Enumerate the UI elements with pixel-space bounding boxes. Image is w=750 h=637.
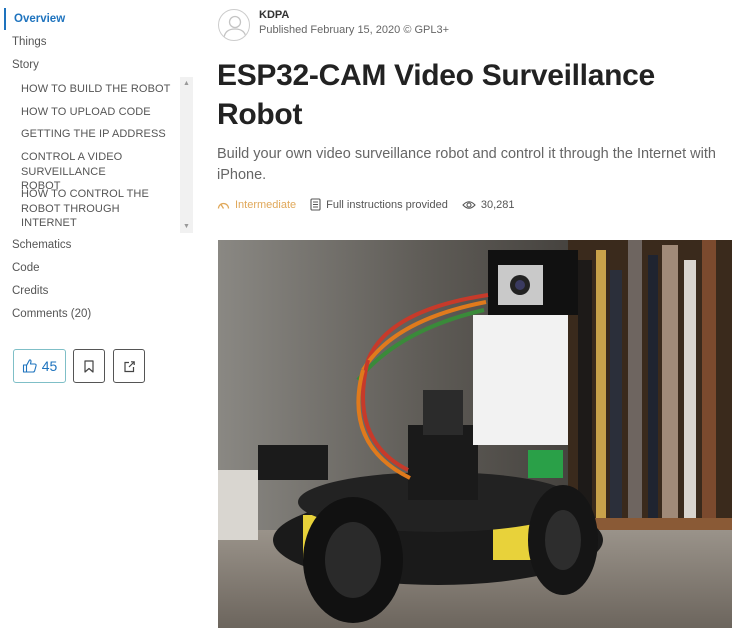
sidebar-item-comments[interactable]: Comments (20)	[12, 308, 91, 320]
like-count: 45	[41, 358, 58, 374]
document-icon	[310, 198, 321, 211]
scroll-down-icon[interactable]: ▼	[180, 223, 193, 230]
eye-icon	[462, 200, 476, 209]
project-meta: Intermediate Full instructions provided …	[217, 198, 514, 211]
hero-image[interactable]	[218, 240, 732, 628]
active-indicator	[4, 8, 6, 30]
sidebar-item-things[interactable]: Things	[12, 36, 47, 48]
sidebar-item-code[interactable]: Code	[12, 262, 40, 274]
author-avatar[interactable]	[218, 9, 250, 41]
share-icon	[123, 360, 135, 372]
instructions-badge: Full instructions provided	[310, 198, 448, 211]
share-button[interactable]	[113, 349, 145, 383]
views-count: 30,281	[480, 198, 515, 211]
difficulty-icon	[217, 202, 230, 209]
difficulty-badge: Intermediate	[217, 199, 296, 211]
views-badge: 30,281	[462, 198, 515, 211]
sidebar-item-story[interactable]: Story	[12, 59, 39, 71]
publish-info: Published February 15, 2020 © GPL3+	[259, 24, 450, 36]
robot-photo	[218, 240, 732, 628]
story-section-upload[interactable]: HOW TO UPLOAD CODE	[21, 105, 151, 120]
difficulty-label: Intermediate	[235, 198, 297, 211]
bookmark-button[interactable]	[73, 349, 105, 383]
user-icon	[223, 15, 247, 39]
author-name[interactable]: KDPA	[259, 9, 289, 21]
sidebar-item-schematics[interactable]: Schematics	[12, 239, 71, 251]
project-title: ESP32-CAM Video Surveillance Robot	[217, 59, 655, 131]
project-summary: Build your own video surveillance robot …	[217, 146, 716, 183]
thumbs-up-icon	[22, 359, 37, 373]
scroll-up-icon[interactable]: ▲	[180, 80, 193, 87]
sidebar-item-overview[interactable]: Overview	[14, 13, 65, 25]
story-scrollbar[interactable]: ▲ ▼	[180, 77, 193, 233]
story-section-control-internet[interactable]: HOW TO CONTROL THE ROBOT THROUGH INTERNE…	[21, 187, 161, 231]
instructions-label: Full instructions provided	[326, 198, 448, 211]
sidebar-item-credits[interactable]: Credits	[12, 285, 48, 297]
story-section-build[interactable]: HOW TO BUILD THE ROBOT	[21, 82, 171, 97]
like-button[interactable]: 45	[13, 349, 66, 383]
bookmark-icon	[84, 359, 94, 373]
story-section-ip[interactable]: GETTING THE IP ADDRESS	[21, 127, 166, 142]
